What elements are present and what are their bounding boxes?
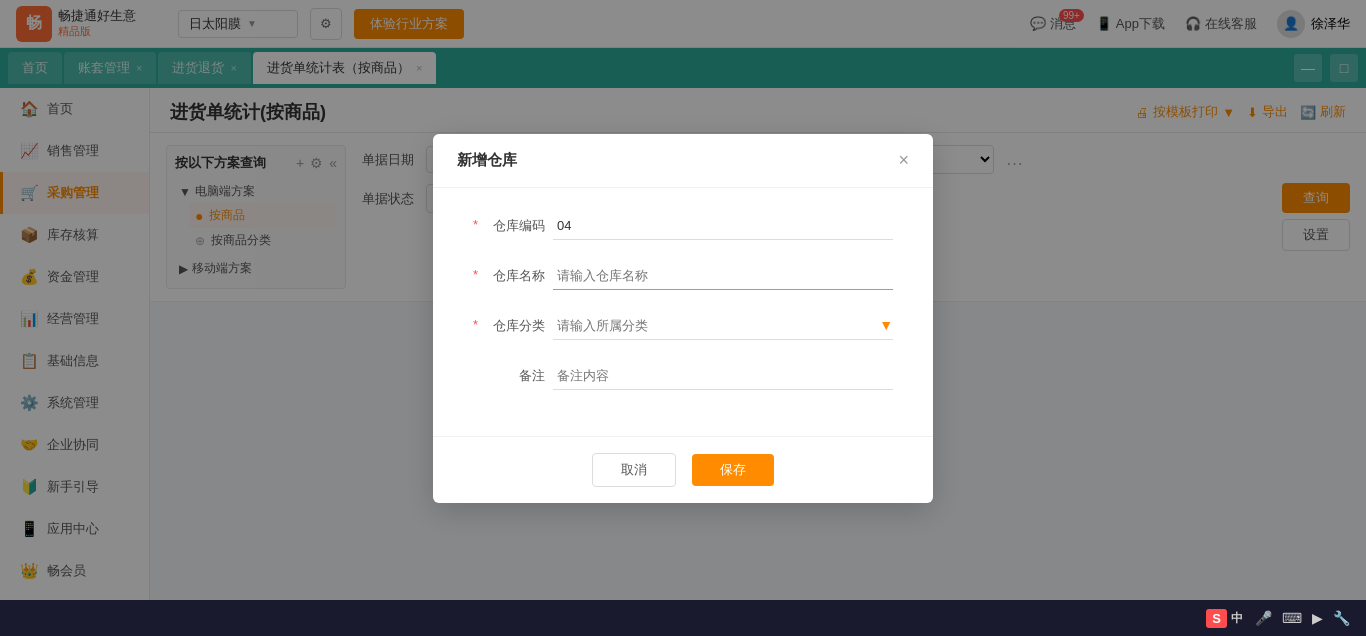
status-text: 中 xyxy=(1231,610,1243,627)
modal-body: 仓库编码 仓库名称 仓库分类 ▼ 备注 xyxy=(433,188,933,436)
code-label: 仓库编码 xyxy=(473,217,553,235)
status-bar: S 中 🎤 ⌨ ▶ 🔧 xyxy=(0,600,1366,636)
status-logo-s: S xyxy=(1206,609,1227,628)
new-warehouse-modal: 新增仓库 × 仓库编码 仓库名称 仓库分类 ▼ xyxy=(433,134,933,503)
status-icons: 🎤 ⌨ ▶ 🔧 xyxy=(1255,610,1350,626)
modal-header: 新增仓库 × xyxy=(433,134,933,188)
code-input[interactable] xyxy=(553,212,893,240)
status-logo: S 中 xyxy=(1206,609,1243,628)
remark-input[interactable] xyxy=(553,362,893,390)
mic-icon[interactable]: 🎤 xyxy=(1255,610,1272,626)
form-row-remark: 备注 xyxy=(473,362,893,390)
tool-icon[interactable]: 🔧 xyxy=(1333,610,1350,626)
category-input[interactable] xyxy=(553,312,879,339)
category-dropdown-icon[interactable]: ▼ xyxy=(879,317,893,333)
form-row-code: 仓库编码 xyxy=(473,212,893,240)
remark-label: 备注 xyxy=(473,367,553,385)
name-input[interactable] xyxy=(553,262,893,290)
form-row-category: 仓库分类 ▼ xyxy=(473,312,893,340)
cancel-button[interactable]: 取消 xyxy=(592,453,676,487)
modal-close-button[interactable]: × xyxy=(898,150,909,171)
keyboard-icon[interactable]: ⌨ xyxy=(1282,610,1302,626)
modal-overlay[interactable]: 新增仓库 × 仓库编码 仓库名称 仓库分类 ▼ xyxy=(0,0,1366,636)
play-icon[interactable]: ▶ xyxy=(1312,610,1323,626)
modal-title: 新增仓库 xyxy=(457,151,517,170)
category-label: 仓库分类 xyxy=(473,317,553,335)
category-select-row: ▼ xyxy=(553,312,893,340)
form-row-name: 仓库名称 xyxy=(473,262,893,290)
name-label: 仓库名称 xyxy=(473,267,553,285)
save-button[interactable]: 保存 xyxy=(692,454,774,486)
modal-footer: 取消 保存 xyxy=(433,436,933,503)
